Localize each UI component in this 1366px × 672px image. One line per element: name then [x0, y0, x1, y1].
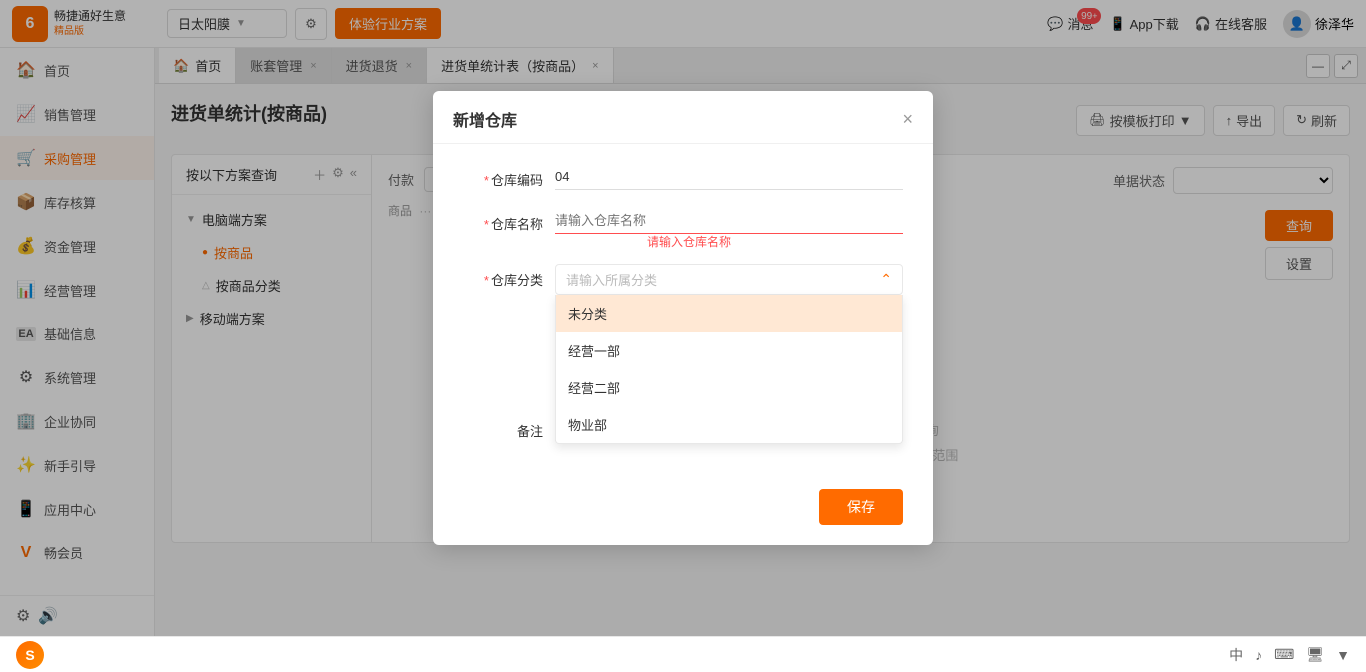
name-input[interactable] [555, 208, 903, 234]
save-button[interactable]: 保存 [819, 489, 903, 525]
category-placeholder: 请输入所属分类 [566, 270, 657, 289]
dropdown-item-unclassified[interactable]: 未分类 [556, 295, 902, 332]
bottom-icons: 中 ♪ ⌨ 🖥 ▼ [1229, 645, 1350, 665]
category-dropdown-list: 未分类 经营一部 经营二部 物业部 [555, 295, 903, 444]
dropdown-item-dept1[interactable]: 经营一部 [556, 332, 902, 369]
dropdown-item-dept3[interactable]: 物业部 [556, 406, 902, 443]
modal-close-button[interactable]: × [902, 109, 913, 130]
remarks-label: 备注 [463, 415, 543, 440]
display-icon[interactable]: 🖥 [1306, 646, 1324, 663]
name-input-wrapper: 请输入仓库名称 [555, 208, 903, 234]
category-dropdown-trigger[interactable]: 请输入所属分类 ⌃ [555, 264, 903, 295]
expand-bottom-icon[interactable]: ▼ [1336, 647, 1350, 663]
name-label: 仓库名称 [463, 208, 543, 233]
modal-new-warehouse: 新增仓库 × 仓库编码 仓库名称 请输入仓库名称 仓库分类 请输入所属分类 ⌃ [433, 91, 933, 545]
bottom-bar: S 中 ♪ ⌨ 🖥 ▼ [0, 636, 1366, 672]
form-row-category: 仓库分类 请输入所属分类 ⌃ 未分类 经营一部 经营二部 物业部 [463, 264, 903, 295]
code-label: 仓库编码 [463, 164, 543, 189]
modal-header: 新增仓库 × [433, 91, 933, 144]
modal-title: 新增仓库 [453, 107, 517, 131]
code-input[interactable] [555, 164, 903, 190]
form-row-name: 仓库名称 请输入仓库名称 [463, 208, 903, 234]
modal-body: 仓库编码 仓库名称 请输入仓库名称 仓库分类 请输入所属分类 ⌃ 未分类 经营一… [433, 144, 933, 479]
dropdown-up-icon: ⌃ [880, 271, 892, 288]
category-label: 仓库分类 [463, 264, 543, 289]
bottom-logo: S [16, 641, 44, 669]
keyboard-icon[interactable]: ⌨ [1274, 646, 1294, 663]
form-row-code: 仓库编码 [463, 164, 903, 190]
s-logo-icon: S [16, 641, 44, 669]
name-error-message: 请输入仓库名称 [647, 233, 731, 250]
sound-bottom-icon[interactable]: ♪ [1255, 647, 1262, 663]
chinese-input-icon[interactable]: 中 [1229, 645, 1243, 665]
dropdown-item-dept2[interactable]: 经营二部 [556, 369, 902, 406]
modal-footer: 保存 [433, 479, 933, 545]
category-dropdown-wrapper: 请输入所属分类 ⌃ 未分类 经营一部 经营二部 物业部 [555, 264, 903, 295]
